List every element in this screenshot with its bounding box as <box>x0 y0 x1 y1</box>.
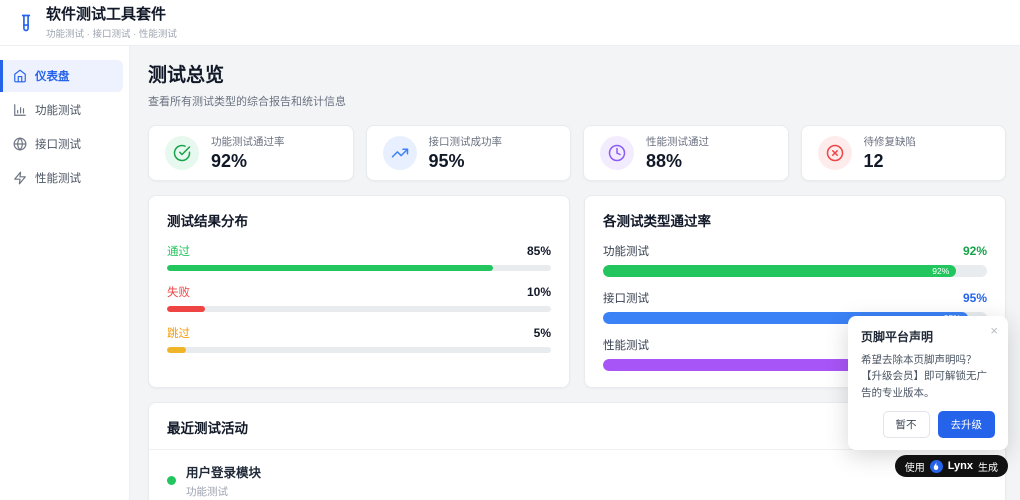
bar-label: 跳过 <box>167 328 190 340</box>
popup-body: 希望去除本页脚声明吗？【升级会员】即可解锁无广告的专业版本。 <box>861 354 987 399</box>
bar-label: 通过 <box>167 246 190 258</box>
trending-up-icon <box>382 136 417 170</box>
page-subtitle: 查看所有测试类型的综合报告和统计信息 <box>148 96 346 108</box>
bar-value: 95% <box>962 291 987 305</box>
stat-value: 12 <box>863 151 884 171</box>
sidebar-item-api-test[interactable]: 接口测试 <box>0 128 123 160</box>
clock-icon <box>600 136 634 170</box>
bar-row-fail: 失败 10% <box>167 284 551 312</box>
progress-inner-label: 92% <box>932 265 950 276</box>
progress-fill <box>167 265 494 271</box>
popup-title: 页脚平台声明 <box>861 330 934 345</box>
lynx-generated-badge[interactable]: 使用 Lynx 生成 <box>894 455 1008 477</box>
panel-test-result-distribution: 测试结果分布 通过 85% 失败 10% 跳过 5% <box>148 195 570 388</box>
bar-label: 性能测试 <box>603 340 649 352</box>
app-header: 软件测试工具套件 功能测试 · 接口测试 · 性能测试 <box>0 0 1020 46</box>
bar-label: 功能测试 <box>603 246 649 258</box>
stat-label: 功能测试通过率 <box>211 136 285 148</box>
app-subtitle: 功能测试 · 接口测试 · 性能测试 <box>46 28 177 40</box>
stat-label: 接口测试成功率 <box>428 136 503 148</box>
stat-label: 待修复缺陷 <box>863 136 917 148</box>
progress-fill <box>167 306 206 312</box>
sidebar-item-performance-test[interactable]: 性能测试 <box>0 162 123 194</box>
progress-fill: 92% <box>603 265 957 277</box>
upgrade-button[interactable]: 去升级 <box>937 411 995 438</box>
bar-row-pass: 通过 85% <box>167 243 551 271</box>
progress-track: 92% <box>603 265 987 277</box>
stat-label: 性能测试通过 <box>646 136 709 148</box>
bar-row-skip: 跳过 5% <box>167 325 551 353</box>
sidebar-item-label: 性能测试 <box>35 173 81 185</box>
stat-value: 88% <box>646 151 683 171</box>
app-title-block: 软件测试工具套件 功能测试 · 接口测试 · 性能测试 <box>46 6 177 40</box>
bar-chart-icon <box>13 103 27 117</box>
sidebar-item-dashboard[interactable]: 仪表盘 <box>0 60 123 92</box>
progress-track <box>167 265 551 271</box>
sidebar-item-label: 接口测试 <box>35 139 81 151</box>
stat-card-performance-pass: 性能测试通过 88% <box>583 125 789 181</box>
sidebar-item-functional-test[interactable]: 功能测试 <box>0 94 123 126</box>
stat-card-api-success-rate: 接口测试成功率 95% <box>365 125 571 181</box>
stat-value: 95% <box>428 151 465 171</box>
bar-label: 失败 <box>167 287 190 299</box>
zap-icon <box>13 171 27 185</box>
bar-value: 10% <box>526 285 551 299</box>
stat-card-functional-pass-rate: 功能测试通过率 92% <box>148 125 354 181</box>
status-dot-icon <box>167 476 176 485</box>
sidebar: 仪表盘 功能测试 接口测试 性能测试 <box>0 46 130 500</box>
progress-track <box>167 306 551 312</box>
badge-prefix: 使用 <box>904 462 925 474</box>
bar-value: 92% <box>962 244 987 258</box>
badge-brand: Lynx <box>947 460 973 472</box>
app-title: 软件测试工具套件 <box>46 5 167 23</box>
stat-value: 92% <box>211 151 248 171</box>
bar-row-functional: 功能测试 92% 92% <box>603 243 987 277</box>
stat-card-defects-to-fix: 待修复缺陷 12 <box>800 125 1006 181</box>
footer-statement-popup: × 页脚平台声明 希望去除本页脚声明吗？【升级会员】即可解锁无广告的专业版本。 … <box>848 316 1008 450</box>
stat-cards-row: 功能测试通过率 92% 接口测试成功率 95% 性能测试通过 88% 待修复缺陷… <box>148 125 1006 181</box>
sidebar-item-label: 功能测试 <box>35 105 81 117</box>
badge-suffix: 生成 <box>978 462 998 474</box>
bar-value: 5% <box>533 326 551 340</box>
test-tube-logo-icon <box>16 12 36 34</box>
lynx-flame-icon <box>929 459 943 473</box>
globe-icon <box>13 137 27 151</box>
close-icon[interactable]: × <box>990 324 998 337</box>
progress-fill <box>167 347 187 353</box>
panel-title: 测试结果分布 <box>167 214 248 229</box>
page-title: 测试总览 <box>148 65 225 86</box>
dismiss-button[interactable]: 暂不 <box>882 411 930 438</box>
sidebar-item-label: 仪表盘 <box>35 71 70 83</box>
home-icon <box>13 69 27 83</box>
activity-name: 用户登录模块 <box>186 466 262 480</box>
x-circle-icon <box>817 136 852 170</box>
activity-row-user-login[interactable]: 用户登录模块 功能测试 <box>149 450 1005 500</box>
progress-track <box>167 347 551 353</box>
bar-label: 接口测试 <box>603 293 649 305</box>
check-circle-icon <box>165 136 199 170</box>
bar-value: 85% <box>526 244 551 258</box>
panel-title: 各测试类型通过率 <box>603 214 711 229</box>
activity-type: 功能测试 <box>186 486 228 498</box>
